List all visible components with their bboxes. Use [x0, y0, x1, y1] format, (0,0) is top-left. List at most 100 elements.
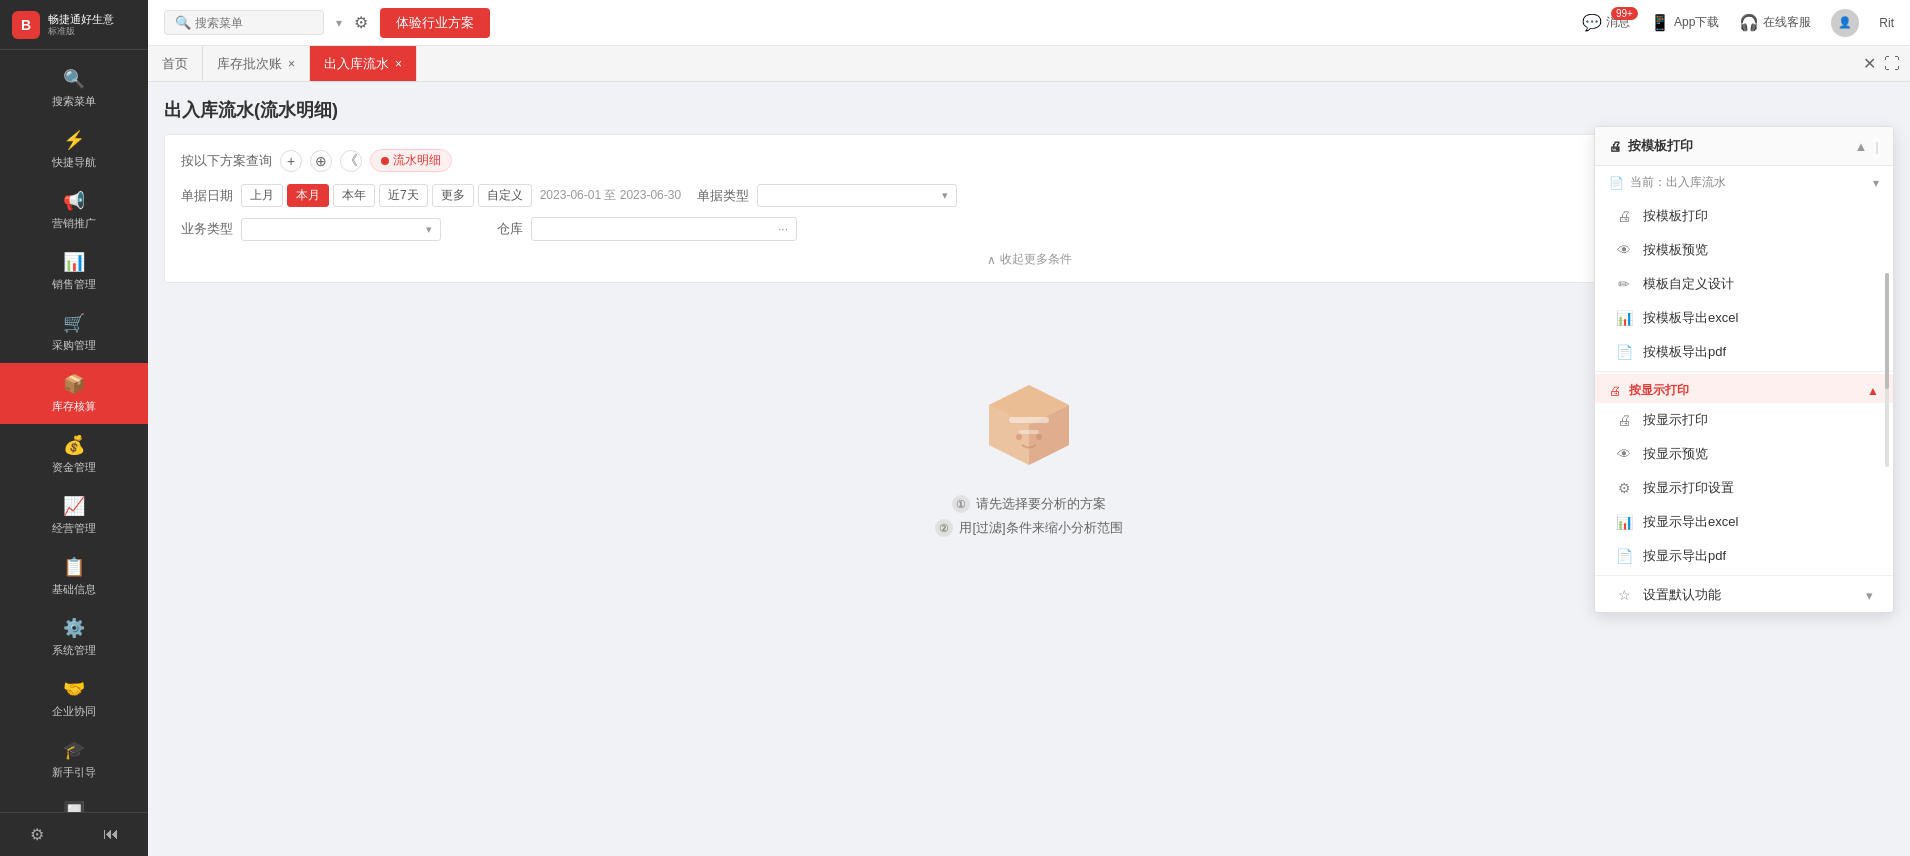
type-select[interactable]: ▾ [757, 184, 957, 207]
template-preview-label: 按模板预览 [1643, 241, 1708, 259]
template-icon: 📄 [1609, 176, 1624, 190]
default-func-icon: ☆ [1615, 587, 1633, 603]
topbar-settings-icon[interactable]: ⚙ [354, 13, 368, 32]
display-print-settings-item[interactable]: ⚙ 按显示打印设置 [1595, 471, 1893, 505]
display-excel-item[interactable]: 📊 按显示导出excel [1595, 505, 1893, 539]
dropdown-print-icon: 🖨 [1609, 139, 1622, 154]
sidebar-item-3[interactable]: 📊 销售管理 [0, 241, 148, 302]
date-btn-近7天[interactable]: 近7天 [379, 184, 428, 207]
display-print-label: 按显示打印 [1643, 411, 1708, 429]
collapse-sidebar-icon[interactable]: ⏮ [103, 825, 119, 844]
warehouse-field: 仓库 ··· [497, 217, 797, 241]
display-excel-label: 按显示导出excel [1643, 513, 1738, 531]
print-icon-sm: 🖨 [1615, 208, 1633, 224]
close-tab-icon[interactable]: ✕ [1861, 52, 1878, 75]
filter-add-btn[interactable]: + [280, 150, 302, 172]
sidebar-item-12[interactable]: 🔲 应用中心 [0, 790, 148, 812]
sidebar-icon-10: 🤝 [63, 678, 85, 700]
sidebar-icon-0: 🔍 [63, 68, 85, 90]
tab-1[interactable]: 库存批次账× [203, 46, 310, 81]
biz-type-label: 业务类型 [181, 220, 233, 238]
online-service-btn[interactable]: 🎧 在线客服 [1739, 13, 1811, 32]
online-service-label: 在线客服 [1763, 14, 1811, 31]
warehouse-select[interactable]: ··· [531, 217, 797, 241]
app-download-btn[interactable]: 📱 App下载 [1650, 13, 1719, 32]
display-preview-item[interactable]: 👁 按显示预览 [1595, 437, 1893, 471]
sidebar-item-10[interactable]: 🤝 企业协同 [0, 668, 148, 729]
template-custom-item[interactable]: ✏ 模板自定义设计 [1595, 267, 1893, 301]
template-pdf-item[interactable]: 📄 按模板导出pdf [1595, 335, 1893, 369]
filter-collapse-btn[interactable]: 《 [340, 150, 362, 172]
app-download-label: App下载 [1674, 14, 1719, 31]
user-avatar[interactable]: 👤 [1831, 9, 1859, 37]
search-dropdown-icon[interactable]: ▾ [336, 16, 342, 30]
collapse-btn[interactable]: ∧ 收起更多条件 [987, 251, 1072, 268]
sidebar-item-0[interactable]: 🔍 搜索菜单 [0, 58, 148, 119]
tip1-num: ① [952, 495, 970, 513]
date-btn-本月[interactable]: 本月 [287, 184, 329, 207]
template-print-item[interactable]: 🖨 按模板打印 [1595, 199, 1893, 233]
template-preview-item[interactable]: 👁 按模板预览 [1595, 233, 1893, 267]
date-btn-上月[interactable]: 上月 [241, 184, 283, 207]
topbar-search[interactable]: 🔍 [164, 10, 324, 35]
dropdown-up-arrow[interactable]: ▲ [1854, 139, 1867, 154]
user-name[interactable]: Rit [1879, 16, 1894, 30]
tab-2[interactable]: 出入库流水× [310, 46, 417, 81]
sidebar-label-4: 采购管理 [52, 338, 96, 353]
disp-excel-icon: 📊 [1615, 514, 1633, 530]
sidebar-item-6[interactable]: 💰 资金管理 [0, 424, 148, 485]
display-pdf-item[interactable]: 📄 按显示导出pdf [1595, 539, 1893, 573]
message-btn[interactable]: 💬 消息 99+ [1582, 13, 1630, 32]
sidebar-item-9[interactable]: ⚙️ 系统管理 [0, 607, 148, 668]
sidebar-item-5[interactable]: 📦 库存核算 [0, 363, 148, 424]
page-title: 出入库流水(流水明细) [164, 100, 338, 120]
display-preview-label: 按显示预览 [1643, 445, 1708, 463]
default-func-item[interactable]: ☆ 设置默认功能 ▾ [1595, 578, 1893, 612]
filter-label: 按以下方案查询 [181, 152, 272, 170]
sidebar: B 畅捷通好生意 标准版 🔍 搜索菜单 ⚡ 快捷导航 📢 营销推广 📊 销售管理… [0, 0, 148, 856]
sidebar-item-7[interactable]: 📈 经营管理 [0, 485, 148, 546]
tab-close-2[interactable]: × [395, 57, 402, 71]
dropdown-scrollbar[interactable] [1885, 273, 1889, 467]
settings-icon[interactable]: ⚙ [30, 825, 44, 844]
tab-bar: 首页库存批次账×出入库流水× ✕ ⛶ [148, 46, 1910, 82]
expand-icon[interactable]: ⛶ [1882, 53, 1902, 75]
display-settings-label: 按显示打印设置 [1643, 479, 1734, 497]
sidebar-icon-11: 🎓 [63, 739, 85, 761]
search-input[interactable] [195, 16, 313, 30]
sidebar-item-1[interactable]: ⚡ 快捷导航 [0, 119, 148, 180]
sidebar-icon-12: 🔲 [63, 800, 85, 812]
sidebar-item-8[interactable]: 📋 基础信息 [0, 546, 148, 607]
current-template-row[interactable]: 📄 当前：出入库流水 ▾ [1595, 166, 1893, 199]
filter-tag-label: 流水明细 [393, 152, 441, 169]
biz-type-select[interactable]: ▾ [241, 218, 441, 241]
tip1-text: 请先选择要分析的方案 [976, 495, 1106, 513]
tab-close-1[interactable]: × [288, 57, 295, 71]
disp-pdf-icon: 📄 [1615, 548, 1633, 564]
date-btn-自定义[interactable]: 自定义 [478, 184, 532, 207]
sidebar-item-2[interactable]: 📢 营销推广 [0, 180, 148, 241]
sidebar-item-11[interactable]: 🎓 新手引导 [0, 729, 148, 790]
message-icon: 💬 [1582, 13, 1602, 32]
display-print-item[interactable]: 🖨 按显示打印 [1595, 403, 1893, 437]
warehouse-more-icon[interactable]: ··· [778, 222, 788, 236]
date-btn-更多[interactable]: 更多 [432, 184, 474, 207]
display-section-icon: 🖨 [1609, 384, 1621, 398]
template-excel-item[interactable]: 📊 按模板导出excel [1595, 301, 1893, 335]
sidebar-nav: 🔍 搜索菜单 ⚡ 快捷导航 📢 营销推广 📊 销售管理 🛒 采购管理 📦 库存核… [0, 50, 148, 812]
sidebar-icon-6: 💰 [63, 434, 85, 456]
filter-settings-btn[interactable]: ⊕ [310, 150, 332, 172]
warehouse-label: 仓库 [497, 220, 523, 238]
service-icon: 🎧 [1739, 13, 1759, 32]
date-btn-本年[interactable]: 本年 [333, 184, 375, 207]
h-divider: | [1875, 139, 1879, 154]
trial-btn[interactable]: 体验行业方案 [380, 8, 490, 38]
sidebar-label-10: 企业协同 [52, 704, 96, 719]
tab-0[interactable]: 首页 [148, 46, 203, 81]
dropdown-header-actions: ▲ | [1854, 139, 1879, 154]
sidebar-item-4[interactable]: 🛒 采购管理 [0, 302, 148, 363]
active-filter-tag[interactable]: 流水明细 [370, 149, 452, 172]
dropdown-header: 🖨 按模板打印 ▲ | [1595, 127, 1893, 166]
template-custom-label: 模板自定义设计 [1643, 275, 1734, 293]
display-print-section[interactable]: 🖨 按显示打印 ▲ [1595, 374, 1893, 403]
